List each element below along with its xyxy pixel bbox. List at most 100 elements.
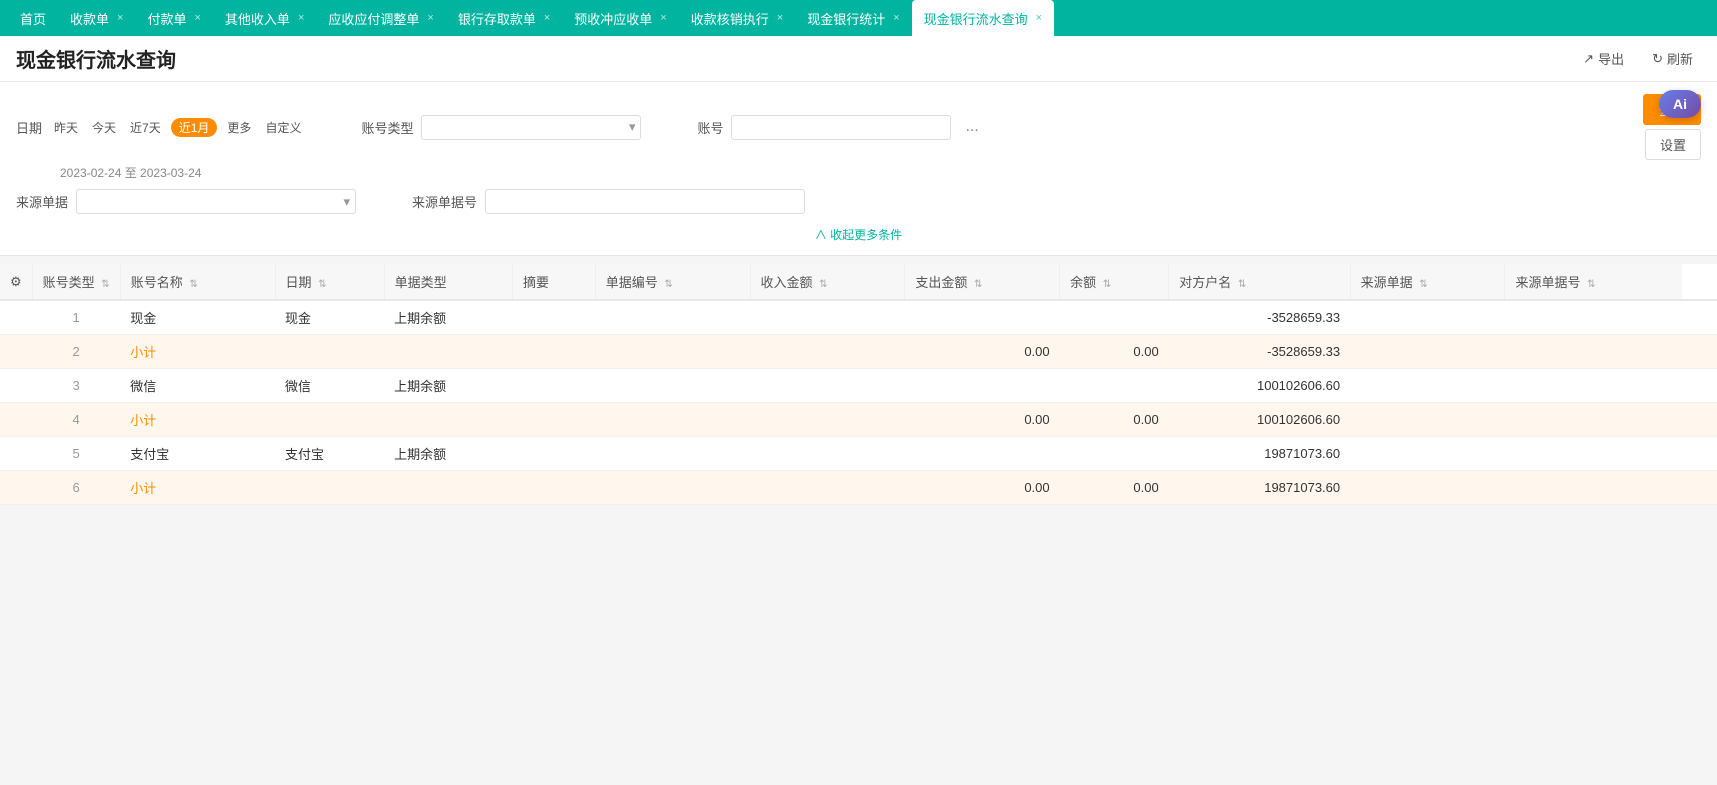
close-icon[interactable]: × — [777, 12, 783, 24]
page-title: 现金银行流水查询 — [16, 44, 176, 73]
collapse-bar[interactable]: ∧ 收起更多条件 — [16, 222, 1701, 247]
sort-icon: ⇅ — [101, 279, 109, 290]
account-type-select-wrapper: ▾ — [421, 115, 641, 140]
cell-date — [384, 471, 512, 505]
close-icon[interactable]: × — [660, 12, 666, 24]
nav-label-other-income: 其他收入单 — [225, 9, 290, 28]
date-opt-1month[interactable]: 近1月 — [171, 118, 218, 137]
cell-expense: 0.00 — [1060, 403, 1169, 437]
table-row: 4小计0.000.00100102606.60 — [0, 403, 1717, 437]
table-col-balance[interactable]: 余额 ⇅ — [1060, 264, 1169, 300]
nav-item-adjustment[interactable]: 应收应付调整单 × — [316, 0, 445, 36]
cell-income — [905, 369, 1060, 403]
close-icon[interactable]: × — [117, 12, 123, 24]
close-icon[interactable]: × — [893, 12, 899, 24]
source-doc-no-input[interactable] — [485, 189, 805, 214]
cell-account-name — [275, 335, 384, 369]
close-icon[interactable]: × — [544, 12, 550, 24]
ai-button[interactable]: Ai — [1659, 90, 1701, 118]
row-gear-cell — [0, 300, 32, 335]
source-doc-select[interactable] — [76, 189, 356, 214]
gear-icon: ⚙ — [10, 274, 22, 289]
cell-account-type: 微信 — [120, 369, 275, 403]
cell-counterpart — [1350, 403, 1505, 437]
nav-label-bank-deposit: 银行存取款单 — [458, 9, 536, 28]
table-col-gear[interactable]: ⚙ — [0, 264, 32, 300]
nav-item-other-income[interactable]: 其他收入单 × — [213, 0, 316, 36]
collapse-label: 收起更多条件 — [830, 228, 902, 242]
table-body: 1现金现金上期余额-3528659.332小计0.000.00-3528659.… — [0, 300, 1717, 505]
cell-account-name: 支付宝 — [275, 437, 384, 471]
close-icon[interactable]: × — [1036, 12, 1042, 24]
nav-item-receipt[interactable]: 收款单 × — [58, 0, 135, 36]
export-label: 导出 — [1598, 49, 1624, 68]
cell-account-name: 微信 — [275, 369, 384, 403]
col-label-summary: 摘要 — [523, 275, 549, 290]
cell-summary — [595, 403, 750, 437]
cell-doc-type — [513, 335, 596, 369]
cell-doc-type — [513, 369, 596, 403]
nav-label-stats: 现金银行统计 — [807, 9, 885, 28]
source-doc-label: 来源单据 — [16, 192, 68, 211]
cell-summary — [595, 471, 750, 505]
table-col-account-name[interactable]: 账号名称 ⇅ — [120, 264, 275, 300]
close-icon[interactable]: × — [298, 12, 304, 24]
account-filter-group: 账号 ... — [697, 115, 984, 140]
col-label-account-name: 账号名称 — [131, 275, 183, 290]
table-col-expense[interactable]: 支出金额 ⇅ — [905, 264, 1060, 300]
nav-item-verify[interactable]: 收款核销执行 × — [679, 0, 795, 36]
source-doc-no-label: 来源单据号 — [412, 192, 477, 211]
table-row: 5支付宝支付宝上期余额19871073.60 — [0, 437, 1717, 471]
sort-icon: ⇅ — [1419, 279, 1427, 290]
row-number: 1 — [32, 300, 120, 335]
sort-icon: ⇅ — [189, 279, 197, 290]
account-type-select[interactable] — [421, 115, 641, 140]
cell-doc-no — [750, 471, 905, 505]
nav-item-stats[interactable]: 现金银行统计 × — [795, 0, 911, 36]
date-opt-custom[interactable]: 自定义 — [261, 118, 305, 137]
date-range-display: 2023-02-24 至 2023-03-24 — [60, 166, 201, 180]
account-type-filter-group: 账号类型 ▾ — [361, 115, 641, 140]
date-opt-7days[interactable]: 近7天 — [126, 118, 165, 137]
date-opt-more[interactable]: 更多 — [223, 118, 255, 137]
close-icon[interactable]: × — [194, 12, 200, 24]
cell-source-doc-no — [1682, 300, 1717, 335]
row-gear-cell — [0, 471, 32, 505]
table-col-source-doc-no[interactable]: 来源单据号 ⇅ — [1505, 264, 1682, 300]
table-col-counterpart[interactable]: 对方户名 ⇅ — [1169, 264, 1350, 300]
nav-label-payment: 付款单 — [147, 9, 186, 28]
export-button[interactable]: ↗ 导出 — [1575, 45, 1632, 72]
nav-label-verify: 收款核销执行 — [691, 9, 769, 28]
date-opt-yesterday[interactable]: 昨天 — [50, 118, 82, 137]
sort-icon: ⇅ — [1587, 279, 1595, 290]
table-col-source-doc[interactable]: 来源单据 ⇅ — [1350, 264, 1505, 300]
table-col-date[interactable]: 日期 ⇅ — [275, 264, 384, 300]
top-navigation: 首页 收款单 × 付款单 × 其他收入单 × 应收应付调整单 × 银行存取款单 … — [0, 0, 1717, 36]
account-dots-button[interactable]: ... — [959, 116, 984, 138]
refresh-button[interactable]: ↻ 刷新 — [1644, 45, 1701, 72]
table-col-doc-type[interactable]: 单据类型 — [384, 264, 512, 300]
table-header-row: ⚙ 账号类型 ⇅ 账号名称 ⇅ 日期 ⇅ 单据类型 摘要 — [0, 264, 1717, 300]
cell-expense — [1060, 437, 1169, 471]
nav-item-payment[interactable]: 付款单 × — [135, 0, 212, 36]
date-opt-today[interactable]: 今天 — [88, 118, 120, 137]
nav-item-home[interactable]: 首页 — [8, 0, 58, 36]
table-row: 2小计0.000.00-3528659.33 — [0, 335, 1717, 369]
table-col-doc-no[interactable]: 单据编号 ⇅ — [595, 264, 750, 300]
nav-item-flow-query[interactable]: 现金银行流水查询 × — [912, 0, 1054, 36]
close-icon[interactable]: × — [427, 12, 433, 24]
account-input[interactable] — [731, 115, 951, 140]
table-col-summary[interactable]: 摘要 — [513, 264, 596, 300]
cell-expense: 0.00 — [1060, 335, 1169, 369]
settings-button[interactable]: 设置 — [1645, 129, 1701, 160]
col-label-source-doc-no: 来源单据号 — [1515, 275, 1580, 290]
cell-account-type: 小计 — [120, 335, 275, 369]
export-icon: ↗ — [1583, 51, 1594, 67]
filter-row-2: 来源单据 ▾ 来源单据号 — [16, 189, 1701, 214]
table-col-income[interactable]: 收入金额 ⇅ — [750, 264, 905, 300]
nav-item-bank-deposit[interactable]: 银行存取款单 × — [446, 0, 562, 36]
table-col-account-type[interactable]: 账号类型 ⇅ — [32, 264, 120, 300]
nav-item-prepay[interactable]: 预收冲应收单 × — [562, 0, 678, 36]
cell-date: 上期余额 — [384, 300, 512, 335]
filter-area: 日期 昨天 今天 近7天 近1月 更多 自定义 账号类型 ▾ 账号 — [0, 82, 1717, 256]
